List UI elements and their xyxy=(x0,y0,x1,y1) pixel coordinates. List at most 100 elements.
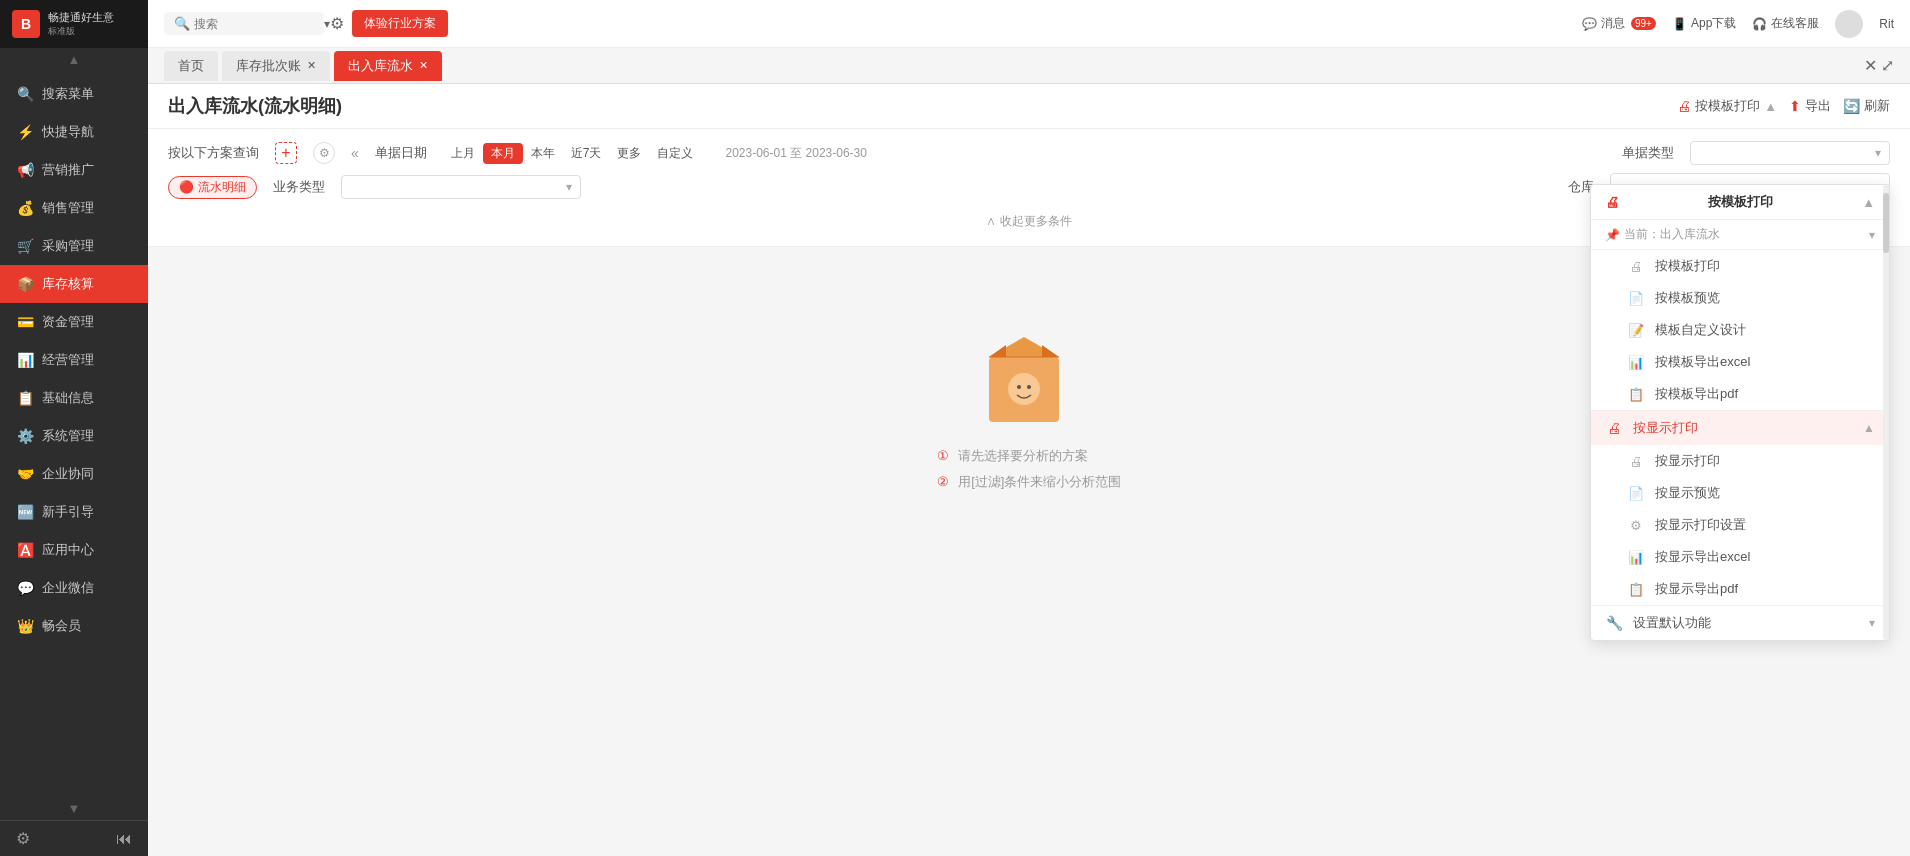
filter-setting-btn[interactable]: ⚙ xyxy=(313,142,335,164)
sidebar-item-purchase[interactable]: 🛒 采购管理 xyxy=(0,227,148,265)
display-settings-label: 按显示打印设置 xyxy=(1655,516,1746,534)
print-dropdown-panel: 🖨 按模板打印 ▲ 📌 当前：出入库流水 ▾ 🖨 按模板打印 📄 按模板预览 xyxy=(1590,184,1890,641)
sidebar-item-finance[interactable]: 💳 资金管理 xyxy=(0,303,148,341)
dropdown-template-export-excel[interactable]: 📊 按模板导出excel xyxy=(1591,346,1889,378)
top-header: 🔍 ▾ ⚙ 体验行业方案 💬 消息 99+ 📱 App下载 🎧 在线客服 Rit xyxy=(148,0,1910,48)
date-prev-month[interactable]: 上月 xyxy=(443,143,483,164)
date-current-month[interactable]: 本月 xyxy=(483,143,523,164)
search-icon: 🔍 xyxy=(16,86,34,102)
dropdown-display-settings[interactable]: ⚙ 按显示打印设置 xyxy=(1591,509,1889,541)
dropdown-template-print[interactable]: 🖨 按模板打印 xyxy=(1591,250,1889,282)
sidebar: B 畅捷通好生意 标准版 ▲ 🔍 搜索菜单 ⚡ 快捷导航 📢 营销推广 💰 销售… xyxy=(0,0,148,856)
dropdown-header-collapse-btn[interactable]: ▲ xyxy=(1862,195,1875,210)
filter-add-btn[interactable]: + xyxy=(275,142,297,164)
dropdown-display-print[interactable]: 🖨 按显示打印 xyxy=(1591,445,1889,477)
dropdown-template-custom[interactable]: 📝 模板自定义设计 xyxy=(1591,314,1889,346)
display-section-arrow: ▲ xyxy=(1863,421,1875,435)
sidebar-item-cooperation[interactable]: 🤝 企业协同 xyxy=(0,455,148,493)
sidebar-item-search[interactable]: 🔍 搜索菜单 xyxy=(0,75,148,113)
message-icon: 💬 xyxy=(1582,17,1597,31)
page-toolbar: 🖨 按模板打印 ▲ ⬆ 导出 🔄 刷新 xyxy=(1677,97,1890,115)
sidebar-label-marketing: 营销推广 xyxy=(42,161,94,179)
tab-batch-close[interactable]: ✕ xyxy=(307,59,316,72)
sidebar-label-sales: 销售管理 xyxy=(42,199,94,217)
filter-row-1: 按以下方案查询 + ⚙ « 单据日期 上月 本月 本年 近7天 更多 自定义 2… xyxy=(168,141,1890,165)
date-label: 单据日期 xyxy=(375,144,427,162)
new-icon: 🆕 xyxy=(16,504,34,520)
sidebar-item-wechat[interactable]: 💬 企业微信 xyxy=(0,569,148,607)
industry-solution-btn[interactable]: 体验行业方案 xyxy=(352,10,448,37)
business-type-select[interactable]: ▾ xyxy=(341,175,581,199)
scrollbar-thumb xyxy=(1883,193,1889,253)
sidebar-item-appcenter[interactable]: 🅰️ 应用中心 xyxy=(0,531,148,569)
sidebar-scroll-down[interactable]: ▼ xyxy=(0,797,148,820)
user-avatar[interactable] xyxy=(1835,10,1863,38)
sidebar-item-member[interactable]: 👑 畅会员 xyxy=(0,607,148,645)
tab-home[interactable]: 首页 xyxy=(164,51,218,81)
refresh-icon: 🔄 xyxy=(1843,98,1860,114)
tabs-close-all-btn[interactable]: ✕ xyxy=(1864,56,1877,75)
page-title: 出入库流水(流水明细) xyxy=(168,94,342,118)
phone-icon: 📱 xyxy=(1672,17,1687,31)
tab-batch[interactable]: 库存批次账 ✕ xyxy=(222,51,330,81)
online-service-btn[interactable]: 🎧 在线客服 xyxy=(1752,15,1819,32)
type-select[interactable]: ▾ xyxy=(1690,141,1890,165)
messages-btn[interactable]: 💬 消息 99+ xyxy=(1582,15,1656,32)
settings-icon[interactable]: ⚙ xyxy=(16,829,30,848)
print-dropdown-arrow: ▲ xyxy=(1764,99,1777,114)
export-label: 导出 xyxy=(1805,97,1831,115)
current-expand-arrow[interactable]: ▾ xyxy=(1869,228,1875,242)
sidebar-collapse-icon[interactable]: ⏮ xyxy=(116,830,132,848)
sidebar-label-basics: 基础信息 xyxy=(42,389,94,407)
date-recent-7[interactable]: 近7天 xyxy=(563,143,610,164)
refresh-btn[interactable]: 🔄 刷新 xyxy=(1843,97,1890,115)
sidebar-scroll-up[interactable]: ▲ xyxy=(0,48,148,71)
dropdown-display-export-excel[interactable]: 📊 按显示导出excel xyxy=(1591,541,1889,573)
empty-steps: ① 请先选择要分析的方案 ② 用[过滤]条件来缩小分析范围 xyxy=(937,443,1122,495)
empty-svg xyxy=(979,327,1079,437)
sidebar-item-marketing[interactable]: 📢 营销推广 xyxy=(0,151,148,189)
display-printer-icon: 🖨 xyxy=(1627,454,1645,469)
tab-flow-close[interactable]: ✕ xyxy=(419,59,428,72)
print-template-btn[interactable]: 🖨 按模板打印 ▲ xyxy=(1677,97,1777,115)
collapse-more-btn[interactable]: ∧ 收起更多条件 xyxy=(986,213,1071,230)
current-text: 当前：出入库流水 xyxy=(1624,226,1720,243)
sidebar-label-finance: 资金管理 xyxy=(42,313,94,331)
dropdown-template-preview[interactable]: 📄 按模板预览 xyxy=(1591,282,1889,314)
search-input[interactable] xyxy=(194,17,314,31)
date-this-year[interactable]: 本年 xyxy=(523,143,563,164)
date-more[interactable]: 更多 xyxy=(609,143,649,164)
filter-collapse-btn[interactable]: « xyxy=(351,145,359,161)
sidebar-item-quick-nav[interactable]: ⚡ 快捷导航 xyxy=(0,113,148,151)
sidebar-item-operations[interactable]: 📊 经营管理 xyxy=(0,341,148,379)
design-icon: 📝 xyxy=(1627,323,1645,338)
type-select-arrow: ▾ xyxy=(1875,146,1881,160)
dropdown-display-print-header[interactable]: 🖨 按显示打印 ▲ xyxy=(1591,411,1889,445)
tab-flow[interactable]: 出入库流水 ✕ xyxy=(334,51,442,81)
logo-area: B 畅捷通好生意 标准版 xyxy=(0,0,148,48)
date-custom[interactable]: 自定义 xyxy=(649,143,701,164)
export-btn[interactable]: ⬆ 导出 xyxy=(1789,97,1831,115)
tabs-expand-btn[interactable]: ⤢ xyxy=(1881,56,1894,75)
header-gear-btn[interactable]: ⚙ xyxy=(330,14,344,33)
sidebar-item-sales[interactable]: 💰 销售管理 xyxy=(0,189,148,227)
sidebar-item-guide[interactable]: 🆕 新手引导 xyxy=(0,493,148,531)
sidebar-item-inventory[interactable]: 📦 库存核算 xyxy=(0,265,148,303)
app-download-btn[interactable]: 📱 App下载 xyxy=(1672,15,1736,32)
sidebar-label-inventory: 库存核算 xyxy=(42,275,94,293)
dropdown-display-preview[interactable]: 📄 按显示预览 xyxy=(1591,477,1889,509)
dropdown-scrollbar[interactable] xyxy=(1883,185,1889,640)
display-print-section-label: 按显示打印 xyxy=(1633,419,1698,437)
sidebar-label-system: 系统管理 xyxy=(42,427,94,445)
sidebar-nav: 🔍 搜索菜单 ⚡ 快捷导航 📢 营销推广 💰 销售管理 🛒 采购管理 📦 库存核… xyxy=(0,71,148,797)
dropdown-display-export-pdf[interactable]: 📋 按显示导出pdf xyxy=(1591,573,1889,605)
sidebar-label-cooperation: 企业协同 xyxy=(42,465,94,483)
sidebar-item-system[interactable]: ⚙️ 系统管理 xyxy=(0,417,148,455)
sidebar-item-basics[interactable]: 📋 基础信息 xyxy=(0,379,148,417)
type-label: 单据类型 xyxy=(1622,144,1674,162)
header-search-box[interactable]: 🔍 xyxy=(164,12,324,35)
printer-icon: 🖨 xyxy=(1627,259,1645,274)
printer-icon: 🖨 xyxy=(1677,98,1691,114)
dropdown-set-default[interactable]: 🔧 设置默认功能 ▾ xyxy=(1591,606,1889,640)
dropdown-template-export-pdf[interactable]: 📋 按模板导出pdf xyxy=(1591,378,1889,410)
